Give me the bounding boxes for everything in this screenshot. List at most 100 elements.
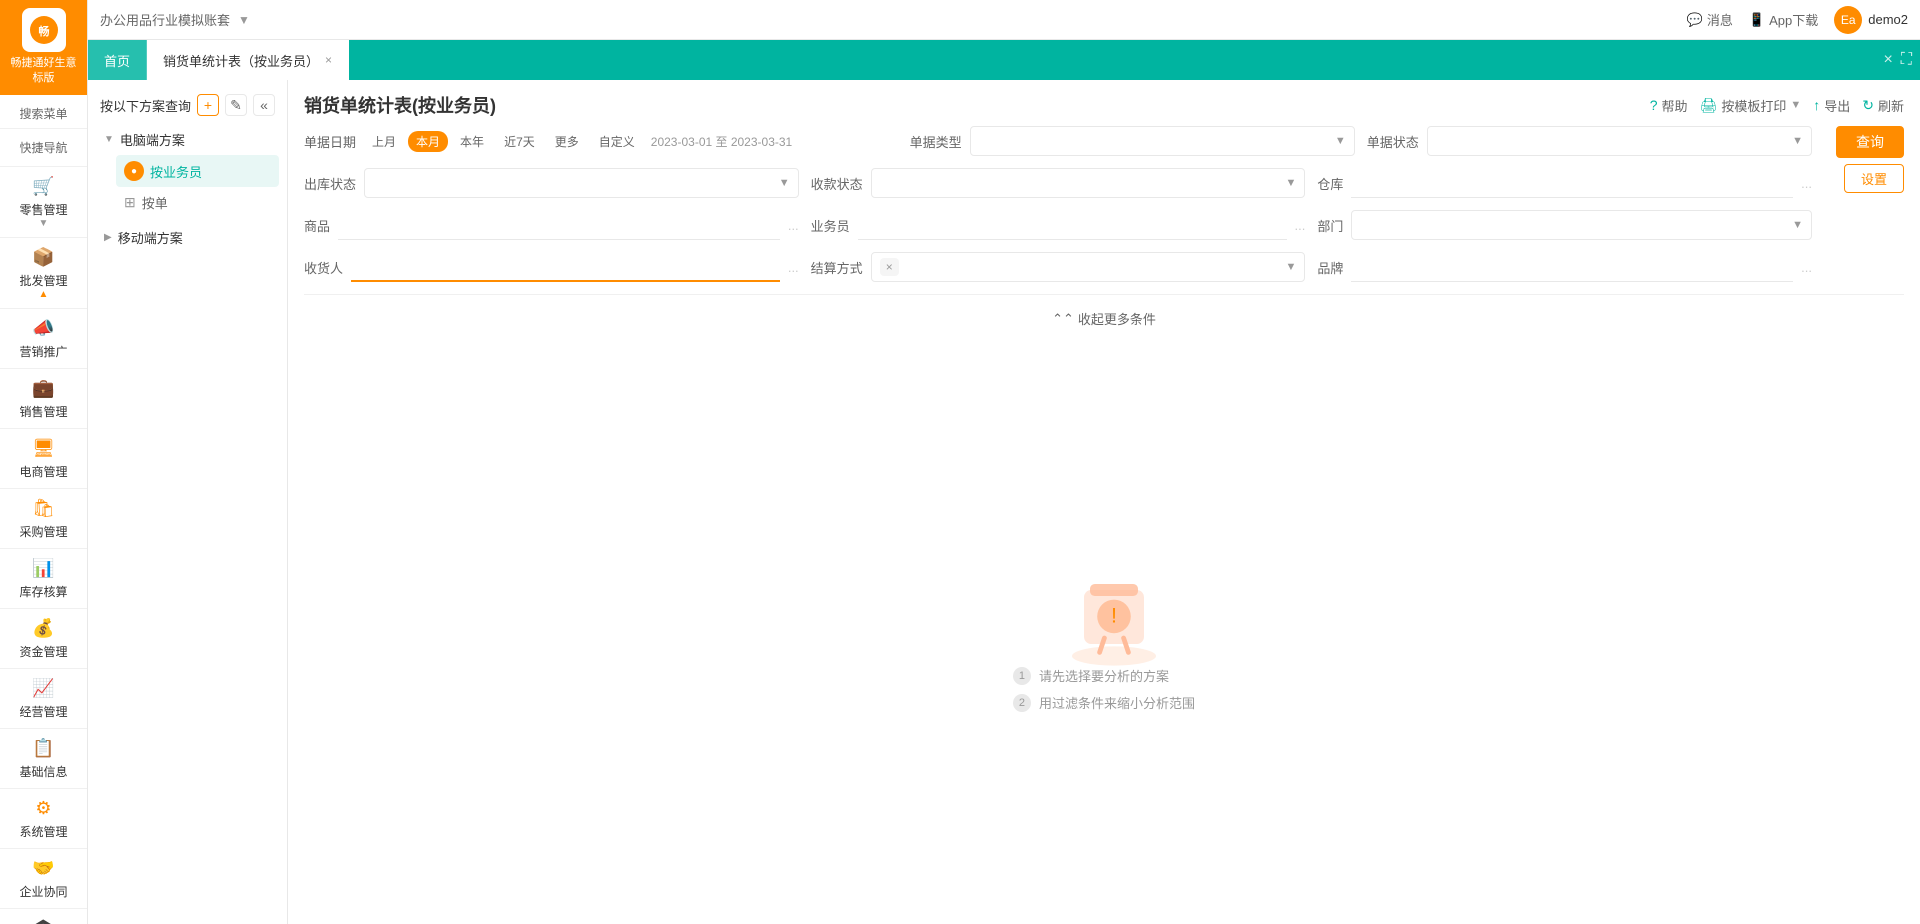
left-panel-title: 按以下方案查询 bbox=[100, 96, 191, 115]
wholesale-label: 批发管理 bbox=[19, 272, 67, 289]
tree-mobile-label: 移动端方案 bbox=[118, 228, 183, 247]
help-icon: ? bbox=[1650, 97, 1658, 113]
settings-button[interactable]: 设置 bbox=[1844, 164, 1904, 193]
export-label: 导出 bbox=[1824, 96, 1850, 115]
settlement-select[interactable]: × ▼ bbox=[871, 252, 1306, 282]
sidebar-item-enterprise[interactable]: 🤝 企业协同 bbox=[0, 849, 87, 909]
empty-tip-1: 1 请先选择要分析的方案 bbox=[1013, 666, 1195, 685]
username-label: demo2 bbox=[1868, 12, 1908, 27]
empty-tip-2: 2 用过滤条件来缩小分析范围 bbox=[1013, 693, 1195, 712]
print-dropdown-icon[interactable]: ▼ bbox=[1790, 99, 1801, 111]
svg-text:!: ! bbox=[1111, 602, 1117, 627]
date-range-text: 2023-03-01 至 2023-03-31 bbox=[651, 133, 792, 150]
sidebar-item-guide[interactable]: 🎓 新手引导 bbox=[0, 909, 87, 924]
tab-home[interactable]: 首页 bbox=[88, 40, 147, 80]
refresh-button[interactable]: ↻ 刷新 bbox=[1862, 96, 1904, 115]
tip-text-1: 请先选择要分析的方案 bbox=[1039, 666, 1169, 685]
warehouse-more-icon[interactable]: ... bbox=[1801, 176, 1812, 191]
stock-status-select[interactable]: ▼ bbox=[364, 168, 799, 198]
sidebar-item-retail[interactable]: 🛒 零售管理 ▼ bbox=[0, 167, 87, 238]
receiver-more-icon[interactable]: ... bbox=[788, 260, 799, 275]
order-status-arrow-icon: ▼ bbox=[1792, 135, 1803, 147]
edit-scheme-button[interactable]: ✎ bbox=[225, 94, 247, 116]
empty-state: ! 1 请先选择要分析的方案 2 用过滤条件来缩小分析范围 bbox=[288, 342, 1920, 924]
salesperson-more-icon[interactable]: ... bbox=[1295, 218, 1306, 233]
date-btn-this-year[interactable]: 本年 bbox=[452, 131, 492, 152]
app-download-button[interactable]: 📱 App下载 bbox=[1749, 10, 1818, 29]
department-select[interactable]: ▼ bbox=[1351, 210, 1812, 240]
product-input[interactable] bbox=[338, 210, 780, 240]
tree-arrow-right-icon: ▶ bbox=[104, 232, 112, 243]
tab-sales-report[interactable]: 销货单统计表（按业务员） × bbox=[147, 40, 349, 80]
plus-icon: + bbox=[204, 97, 212, 113]
purchase-label: 采购管理 bbox=[19, 523, 67, 540]
brand-input[interactable] bbox=[1351, 252, 1793, 282]
tree-section: ▼ 电脑端方案 ● 按业务员 ⊞ 按单 bbox=[88, 124, 287, 218]
sidebar-item-system[interactable]: ⚙ 系统管理 bbox=[0, 789, 87, 849]
sidebar-quick-nav[interactable]: 快捷导航 bbox=[0, 129, 87, 167]
sidebar-item-operations[interactable]: 📈 经营管理 bbox=[0, 669, 87, 729]
tree-child-order[interactable]: ⊞ 按单 bbox=[116, 187, 279, 218]
payment-status-select[interactable]: ▼ bbox=[871, 168, 1306, 198]
print-icon: 🖨 bbox=[1700, 97, 1718, 114]
tree-desktop-parent[interactable]: ▼ 电脑端方案 bbox=[96, 124, 279, 155]
export-button[interactable]: ↑ 导出 bbox=[1813, 96, 1850, 115]
sidebar-item-wholesale[interactable]: 📦 批发管理 ▲ bbox=[0, 238, 87, 309]
finance-icon: 💰 bbox=[32, 617, 56, 641]
order-status-select[interactable]: ▼ bbox=[1427, 126, 1812, 156]
user-profile[interactable]: Ea demo2 bbox=[1834, 6, 1908, 34]
collapse-filters-button[interactable]: ⌃⌃ 收起更多条件 bbox=[304, 303, 1904, 334]
query-button[interactable]: 查询 bbox=[1836, 126, 1904, 158]
quick-nav-label: 快捷导航 bbox=[19, 133, 67, 162]
order-type-label: 单据类型 bbox=[910, 132, 962, 151]
payment-status-arrow-icon: ▼ bbox=[1285, 177, 1296, 189]
collapse-panel-button[interactable]: « bbox=[253, 94, 275, 116]
topbar-right: 💬 消息 📱 App下载 Ea demo2 bbox=[1687, 6, 1908, 34]
help-button[interactable]: ? 帮助 bbox=[1650, 96, 1688, 115]
avatar: Ea bbox=[1834, 6, 1862, 34]
settlement-tag-close-icon[interactable]: × bbox=[886, 260, 893, 274]
department-arrow-icon: ▼ bbox=[1792, 219, 1803, 231]
brand-more-icon[interactable]: ... bbox=[1801, 260, 1812, 275]
sidebar-item-purchase[interactable]: 🛍 采购管理 bbox=[0, 489, 87, 549]
receiver-input[interactable] bbox=[351, 252, 780, 282]
date-btn-last-month[interactable]: 上月 bbox=[364, 131, 404, 152]
right-panel-header: 销货单统计表(按业务员) ? 帮助 🖨 按模板打印 ▼ ↑ 导出 bbox=[288, 80, 1920, 126]
order-type-select[interactable]: ▼ bbox=[970, 126, 1355, 156]
tree-child-salesperson[interactable]: ● 按业务员 bbox=[116, 155, 279, 187]
date-btn-custom[interactable]: 自定义 bbox=[591, 131, 643, 152]
marketing-label: 营销推广 bbox=[19, 343, 67, 360]
salesperson-input[interactable] bbox=[858, 210, 1287, 240]
sidebar-item-sales[interactable]: 💼 销售管理 bbox=[0, 369, 87, 429]
print-button[interactable]: 🖨 按模板打印 ▼ bbox=[1700, 96, 1802, 115]
sidebar-search-menu[interactable]: 搜索菜单 bbox=[0, 95, 87, 129]
avatar-text: Ea bbox=[1841, 13, 1856, 27]
order-status-label: 单据状态 bbox=[1367, 132, 1419, 151]
message-icon: 💬 bbox=[1687, 12, 1703, 28]
warehouse-input[interactable] bbox=[1351, 168, 1793, 198]
sidebar-item-basic[interactable]: 📋 基础信息 bbox=[0, 729, 87, 789]
tree-mobile-parent[interactable]: ▶ 移动端方案 bbox=[96, 222, 279, 253]
tab-close-icon[interactable]: × bbox=[325, 53, 332, 67]
sidebar-item-finance[interactable]: 💰 资金管理 bbox=[0, 609, 87, 669]
tabbar-close-icon[interactable]: × bbox=[1883, 51, 1892, 69]
enterprise-label: 企业协同 bbox=[19, 883, 67, 900]
sidebar-item-marketing[interactable]: 📣 营销推广 bbox=[0, 309, 87, 369]
action-bar: 查询 设置 bbox=[1824, 126, 1904, 193]
date-btn-this-month[interactable]: 本月 bbox=[408, 131, 448, 152]
message-button[interactable]: 💬 消息 bbox=[1687, 10, 1733, 29]
app-logo[interactable]: 畅 畅捷通好生意标版 bbox=[0, 0, 87, 95]
date-btn-7days[interactable]: 近7天 bbox=[496, 131, 543, 152]
edit-icon: ✎ bbox=[230, 97, 242, 114]
tree-child-order-label: 按单 bbox=[142, 193, 168, 212]
svg-text:畅: 畅 bbox=[38, 24, 49, 38]
sidebar-item-ecommerce[interactable]: 🖥 电商管理 bbox=[0, 429, 87, 489]
date-btn-more[interactable]: 更多 bbox=[547, 131, 587, 152]
sidebar-item-inventory[interactable]: 📊 库存核算 bbox=[0, 549, 87, 609]
ecommerce-icon: 🖥 bbox=[32, 437, 56, 461]
topbar-dropdown-icon[interactable]: ▼ bbox=[238, 13, 250, 27]
tabbar-expand-icon[interactable]: ⛶ bbox=[1901, 51, 1912, 69]
add-scheme-button[interactable]: + bbox=[197, 94, 219, 116]
collapse-up-icon: ⌃⌃ bbox=[1052, 311, 1074, 327]
product-more-icon[interactable]: ... bbox=[788, 218, 799, 233]
